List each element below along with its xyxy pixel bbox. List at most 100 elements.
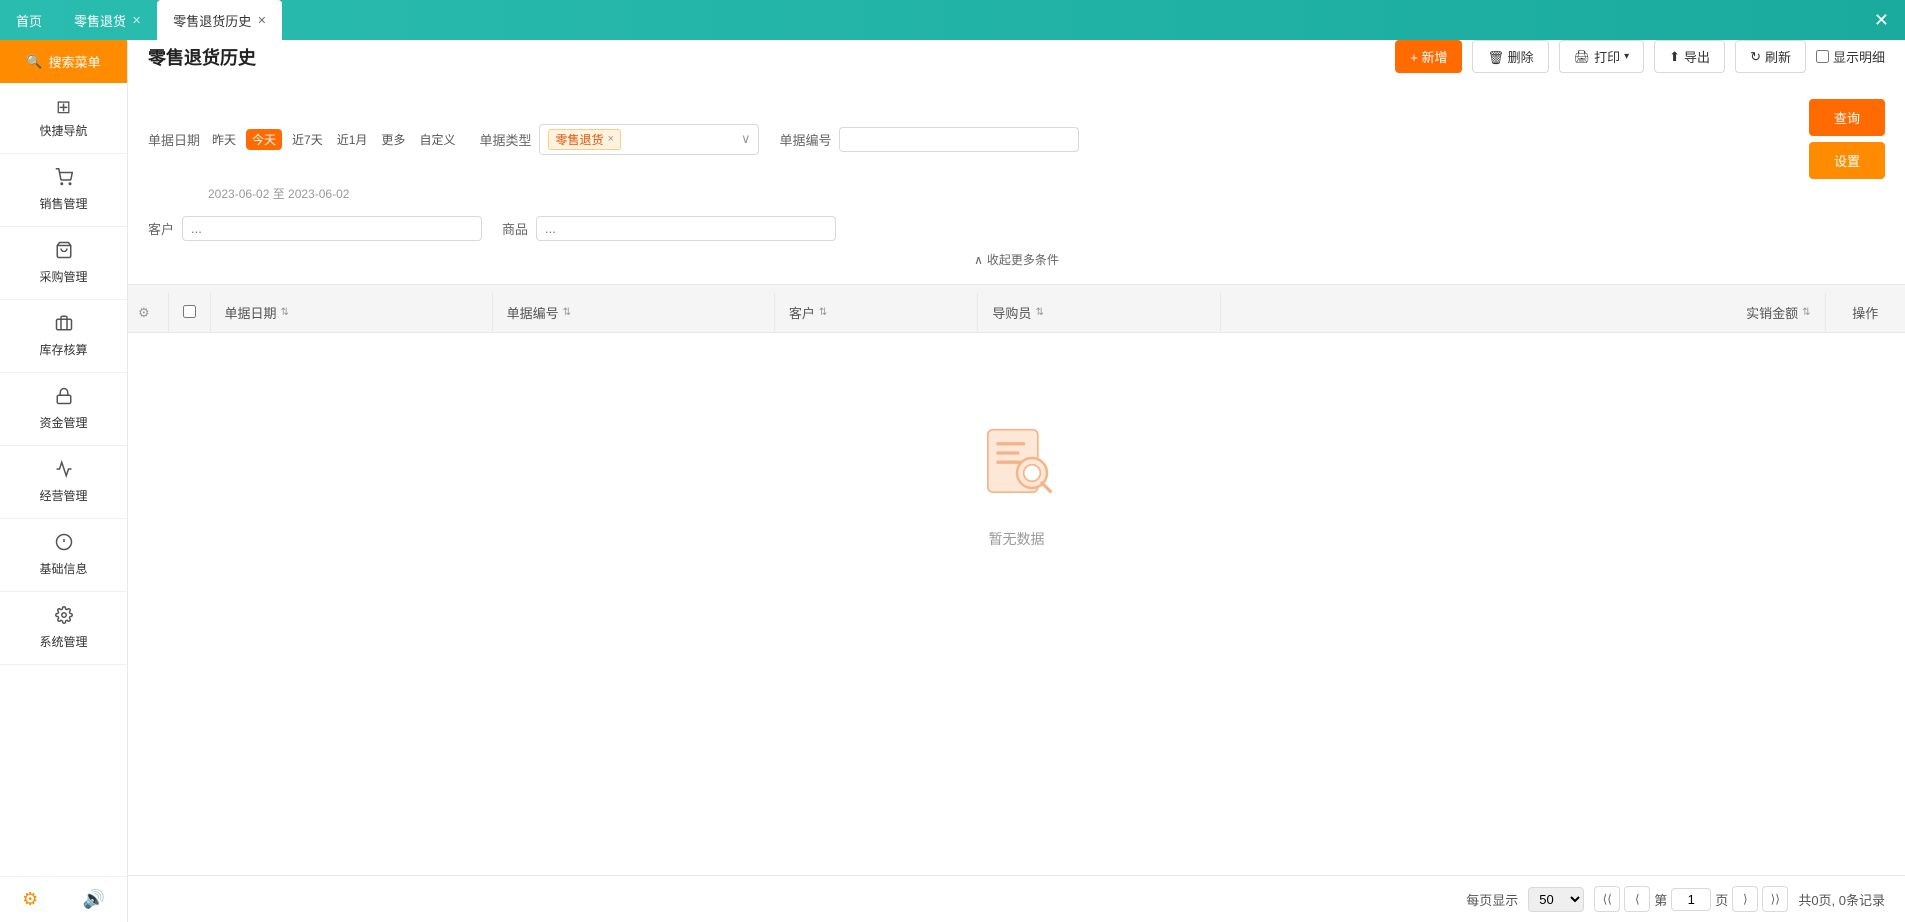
volume-icon[interactable]: 🔊	[82, 889, 104, 910]
th-customer-label: 客户	[789, 303, 815, 322]
date-range-text: 2023-06-02 至 2023-06-02	[208, 185, 349, 202]
sidebar-item-operation-label: 经营管理	[39, 487, 87, 504]
per-page-select[interactable]: 50 100 200	[1528, 887, 1584, 912]
setting-button[interactable]: 设置	[1809, 142, 1885, 179]
type-select[interactable]: 零售退货 × ∨	[539, 124, 759, 155]
date-label: 单据日期	[148, 130, 200, 149]
show-detail-label: 显示明细	[1833, 47, 1885, 66]
tab-retail-return-history[interactable]: 零售退货历史 ✕	[157, 0, 282, 40]
refresh-icon: ↻	[1750, 49, 1761, 65]
page-next-btn[interactable]: ⟩	[1732, 886, 1758, 912]
date-btn-1month[interactable]: 近1月	[333, 129, 372, 150]
tab-home-label: 首页	[16, 11, 42, 30]
export-button[interactable]: ⬆ 导出	[1654, 40, 1725, 73]
empty-state: 暂无数据	[128, 333, 1905, 589]
query-buttons: 查询 设置	[1809, 99, 1885, 179]
show-detail-input[interactable]	[1816, 50, 1829, 63]
print-icon: 🖨	[1574, 49, 1591, 65]
page-last-btn[interactable]: ⟩⟩	[1762, 886, 1788, 912]
sidebar-item-quick-nav[interactable]: ⊞ 快捷导航	[0, 83, 127, 154]
sys-mgmt-icon	[55, 606, 73, 629]
collapse-more[interactable]: ∧ 收起更多条件	[148, 245, 1885, 274]
th-guide-sort: ⇅	[1035, 307, 1043, 318]
basic-info-icon	[55, 533, 73, 556]
th-checkbox[interactable]	[168, 293, 210, 333]
sidebar-item-basic-label: 基础信息	[39, 560, 87, 577]
tab-retail-return-close[interactable]: ✕	[132, 14, 141, 27]
page-title-row: 零售退货历史 + 新增 🗑 删除 🖨 🖨 打印 打印 ▾ ⬆ 导出	[148, 40, 1885, 73]
tab-home[interactable]: 首页	[0, 0, 58, 40]
page-prev-btn[interactable]: ⟨	[1624, 886, 1650, 912]
date-btn-custom[interactable]: 自定义	[415, 129, 459, 150]
type-tag: 零售退货 ×	[548, 129, 620, 150]
sales-mgmt-icon	[55, 168, 73, 191]
th-guide-label: 导购员	[992, 303, 1031, 322]
date-btn-more[interactable]: 更多	[377, 129, 409, 150]
show-detail-checkbox[interactable]: 显示明细	[1816, 47, 1885, 66]
search-icon: 🔍	[26, 54, 42, 70]
sidebar-item-sales-label: 销售管理	[39, 195, 87, 212]
sidebar-item-operation[interactable]: 经营管理	[0, 446, 127, 519]
main-layout: 🔍 搜索菜单 ⊞ 快捷导航 销售管理 采购管理 库存核算	[0, 40, 1905, 922]
filter-section: 零售退货历史 + 新增 🗑 删除 🖨 🖨 打印 打印 ▾ ⬆ 导出	[128, 40, 1905, 284]
inventory-icon	[55, 314, 73, 337]
tab-retail-return-history-close[interactable]: ✕	[257, 14, 266, 27]
type-dropdown-icon: ∨	[741, 131, 751, 147]
empty-text: 暂无数据	[989, 529, 1045, 549]
sidebar-item-quick-nav-label: 快捷导航	[39, 122, 87, 139]
sidebar-item-sys-label: 系统管理	[39, 633, 87, 650]
date-btn-7days[interactable]: 近7天	[288, 129, 327, 150]
voucher-input[interactable]	[839, 127, 1079, 152]
type-tag-text: 零售退货	[555, 131, 603, 148]
th-date[interactable]: 单据日期 ⇅	[210, 293, 492, 333]
date-btn-today[interactable]: 今天	[246, 129, 282, 150]
gear-icon[interactable]: ⚙	[138, 305, 150, 320]
table-container: ⚙ 单据日期 ⇅ 单据编号	[128, 293, 1905, 875]
top-bar-close[interactable]: ✕	[1874, 10, 1905, 31]
print-button[interactable]: 🖨 🖨 打印 打印 ▾	[1559, 40, 1645, 73]
date-btn-yesterday[interactable]: 昨天	[208, 129, 240, 150]
th-date-label: 单据日期	[225, 303, 277, 322]
type-tag-close[interactable]: ×	[607, 133, 613, 145]
date-shortcuts: 昨天 今天 近7天 近1月 更多 自定义	[208, 129, 459, 150]
sidebar-item-purchase-mgmt[interactable]: 采购管理	[0, 227, 127, 300]
new-button[interactable]: + 新增	[1395, 40, 1462, 73]
page-first-btn[interactable]: ⟨⟨	[1594, 886, 1620, 912]
th-voucher-label: 单据编号	[507, 303, 559, 322]
date-range-row: 2023-06-02 至 2023-06-02	[148, 181, 1885, 206]
select-all-checkbox[interactable]	[183, 305, 196, 318]
sidebar-item-basic-info[interactable]: 基础信息	[0, 519, 127, 592]
sidebar-item-inventory[interactable]: 库存核算	[0, 300, 127, 373]
sidebar-search[interactable]: 🔍 搜索菜单	[0, 40, 127, 83]
sidebar-item-inventory-label: 库存核算	[39, 341, 87, 358]
pagination-bar: 每页显示 50 100 200 ⟨⟨ ⟨ 第 页 ⟩ ⟩⟩ 共0页, 0条记录	[128, 875, 1905, 922]
th-customer-sort: ⇅	[819, 307, 827, 318]
operation-icon	[55, 460, 73, 483]
toolbar: + 新增 🗑 删除 🖨 🖨 打印 打印 ▾ ⬆ 导出 ↻ 刷新	[1395, 40, 1885, 73]
customer-label: 客户	[148, 219, 174, 238]
refresh-button[interactable]: ↻ 刷新	[1735, 40, 1806, 73]
page-label: 第	[1654, 890, 1667, 909]
query-button[interactable]: 查询	[1809, 99, 1885, 136]
quick-nav-icon: ⊞	[56, 97, 71, 118]
sidebar-item-sales-mgmt[interactable]: 销售管理	[0, 154, 127, 227]
goods-label: 商品	[502, 219, 528, 238]
divider	[128, 284, 1905, 285]
top-bar: 首页 零售退货 ✕ 零售退货历史 ✕ ✕	[0, 0, 1905, 40]
tab-retail-return[interactable]: 零售退货 ✕	[58, 0, 157, 40]
th-date-sort: ⇅	[281, 307, 289, 318]
th-voucher[interactable]: 单据编号 ⇅	[492, 293, 774, 333]
th-customer[interactable]: 客户 ⇅	[774, 293, 978, 333]
type-label: 单据类型	[479, 130, 531, 149]
customer-input[interactable]	[182, 216, 482, 241]
goods-input[interactable]	[536, 216, 836, 241]
page-summary: 共0页, 0条记录	[1798, 890, 1885, 909]
th-gear[interactable]: ⚙	[128, 293, 168, 333]
sidebar-item-finance[interactable]: 资金管理	[0, 373, 127, 446]
th-guide[interactable]: 导购员 ⇅	[978, 293, 1221, 333]
gear-icon[interactable]: ⚙	[22, 889, 38, 910]
th-amount[interactable]: 实销金额 ⇅	[1221, 293, 1825, 333]
sidebar-item-sys-mgmt[interactable]: 系统管理	[0, 592, 127, 665]
delete-button[interactable]: 🗑 删除	[1472, 40, 1548, 73]
page-input[interactable]	[1671, 888, 1711, 911]
